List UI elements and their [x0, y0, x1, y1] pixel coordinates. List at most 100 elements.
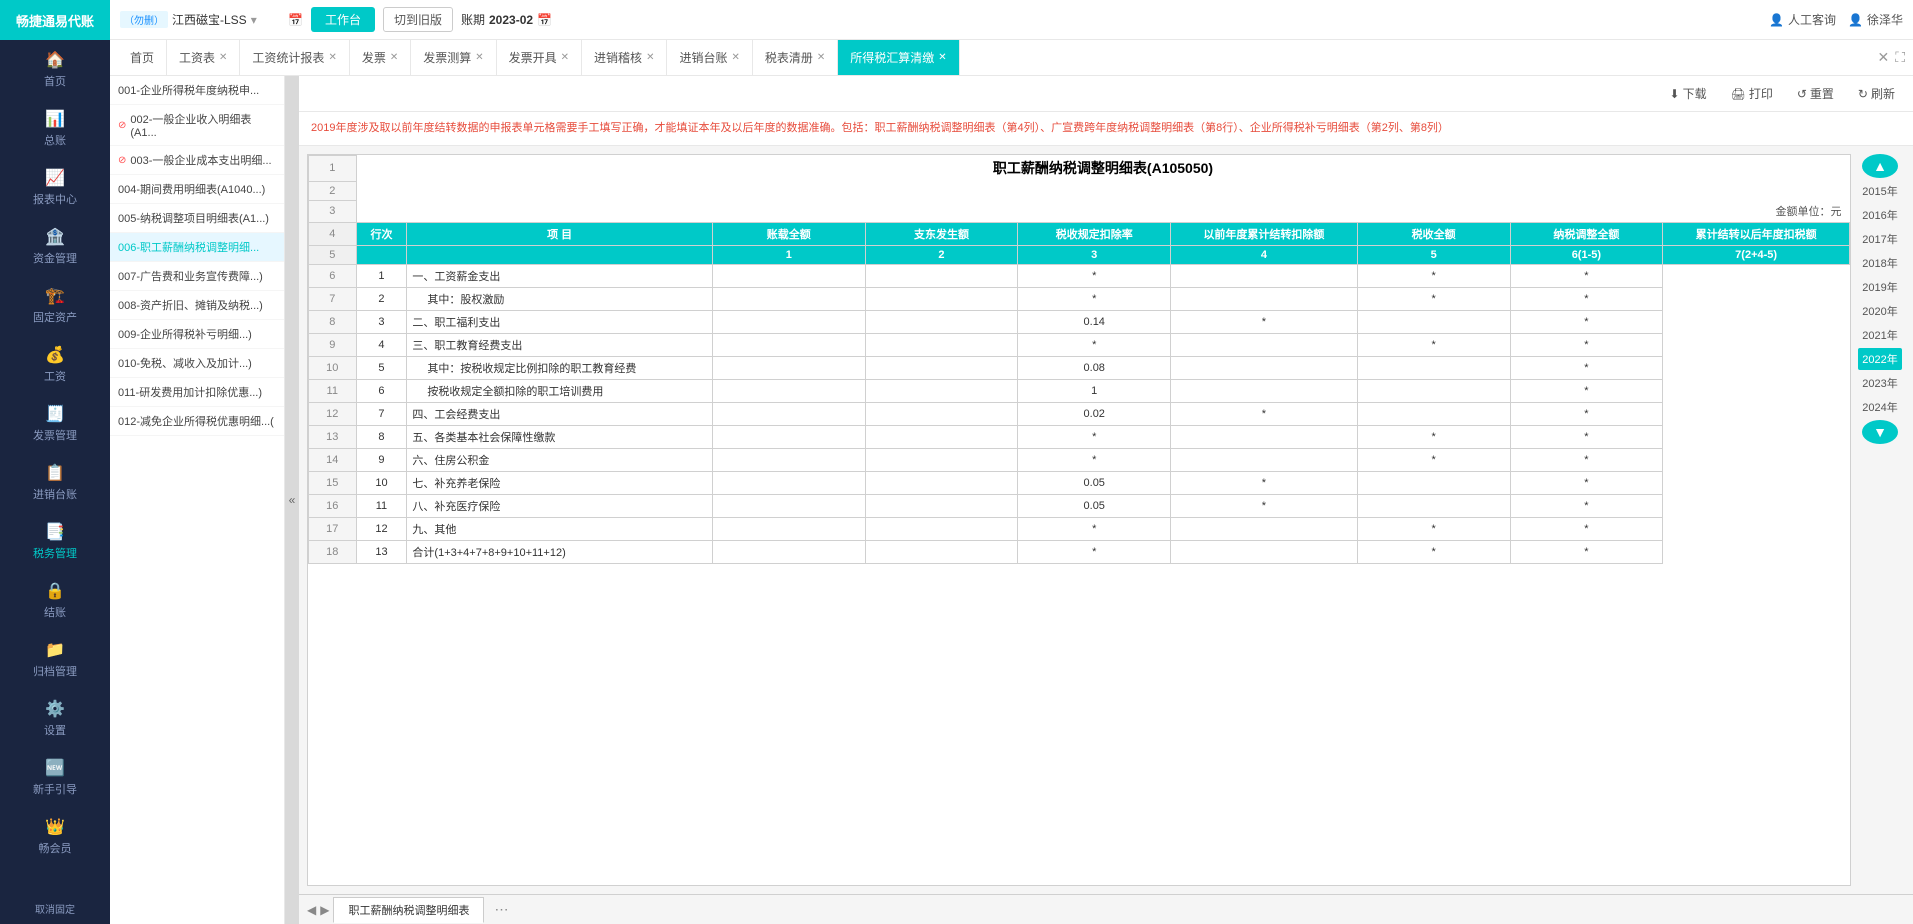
print-btn[interactable]: 🖨 打印 — [1725, 82, 1779, 105]
sheet-tab-label: 职工薪酬纳税调整明细表 — [348, 902, 469, 918]
list-item-010[interactable]: 010-免税、减收入及加计...) — [110, 349, 284, 378]
tab-in-verify[interactable]: 进销稽核 ✕ — [582, 40, 667, 76]
tab-payroll-stat[interactable]: 工资统计报表 ✕ — [240, 40, 349, 76]
year-2017[interactable]: 2017年 — [1858, 228, 1902, 250]
year-2021[interactable]: 2021年 — [1858, 324, 1902, 346]
error-icon-002: ⊘ — [118, 120, 126, 131]
tab-payroll-close[interactable]: ✕ — [219, 52, 227, 63]
sidebar-item-ledger[interactable]: 📊 总账 — [0, 99, 110, 158]
collapse-panel-btn[interactable]: « — [285, 76, 299, 924]
refresh-label: 刷新 — [1871, 85, 1895, 102]
year-2020[interactable]: 2020年 — [1858, 300, 1902, 322]
year-2019[interactable]: 2019年 — [1858, 276, 1902, 298]
tab-income-tax-close[interactable]: ✕ — [938, 52, 946, 63]
list-item-006[interactable]: 006-职工薪酬纳税调整明细... — [110, 233, 284, 262]
year-nav-down[interactable]: ▼ — [1862, 420, 1898, 444]
sidebar-item-in-out[interactable]: 📋 进销台账 — [0, 453, 110, 512]
row-num-5: 5 — [309, 246, 357, 265]
sheet-table: 1 职工薪酬纳税调整明细表(A105050) 2 3 金额 — [308, 155, 1850, 565]
tab-close-all[interactable]: ✕ — [1877, 49, 1889, 66]
user-menu[interactable]: 👤 徐泽华 — [1848, 11, 1903, 28]
tab-invoice-open[interactable]: 发票开具 ✕ — [497, 40, 582, 76]
tab-tax-clear-close[interactable]: ✕ — [817, 52, 825, 63]
sidebar-item-label: 设置 — [44, 722, 66, 738]
old-version-button[interactable]: 切到旧版 — [383, 7, 453, 32]
tab-in-verify-close[interactable]: ✕ — [646, 52, 654, 63]
ledger-icon: 📊 — [45, 109, 65, 129]
list-item-002[interactable]: ⊘ 002-一般企业收入明细表(A1... — [110, 105, 284, 146]
tab-tax-clear[interactable]: 税表清册 ✕ — [753, 40, 838, 76]
sidebar-item-member[interactable]: 👑 畅会员 — [0, 807, 110, 866]
col-d-header: 支东发生额 — [865, 223, 1018, 246]
year-2023[interactable]: 2023年 — [1858, 372, 1902, 394]
list-item-004[interactable]: 004-期间费用明细表(A1040...) — [110, 175, 284, 204]
sidebar-item-label: 结账 — [44, 604, 66, 620]
tab-payroll-label: 工资表 — [179, 49, 215, 66]
dropdown-icon: ▾ — [251, 13, 257, 27]
list-item-012[interactable]: 012-减免企业所得税优惠明细...( — [110, 407, 284, 436]
in-out-icon: 📋 — [45, 463, 65, 483]
year-nav-up[interactable]: ▲ — [1862, 154, 1898, 178]
col-f-header: 以前年度累计结转扣除额 — [1171, 223, 1358, 246]
sidebar-item-report[interactable]: 📈 报表中心 — [0, 158, 110, 217]
sidebar-item-asset-mgr[interactable]: 🏦 资金管理 — [0, 217, 110, 276]
sidebar-item-invoice-mgr[interactable]: 🧾 发票管理 — [0, 394, 110, 453]
tab-home[interactable]: 首页 — [118, 40, 167, 76]
sidebar-item-settings[interactable]: ⚙️ 设置 — [0, 689, 110, 748]
list-item-003[interactable]: ⊘ 003-一般企业成本支出明细... — [110, 146, 284, 175]
col-h-header: 纳税调整全额 — [1510, 223, 1663, 246]
tab-invoice-calc-close[interactable]: ✕ — [475, 52, 483, 63]
list-item-008[interactable]: 008-资产折旧、摊销及纳税...) — [110, 291, 284, 320]
tab-income-tax[interactable]: 所得税汇算清缴 ✕ — [838, 40, 959, 76]
tab-in-ledger-close[interactable]: ✕ — [731, 52, 739, 63]
workspace-button[interactable]: 工作台 — [311, 7, 375, 32]
cancel-fixed-btn[interactable]: 取消固定 — [0, 893, 110, 924]
avatar-icon: 👤 — [1848, 13, 1863, 27]
sidebar-item-home[interactable]: 🏠 首页 — [0, 40, 110, 99]
period-label: 账期 — [461, 11, 485, 28]
sidebar-item-fixed-asset[interactable]: 🏗️ 固定资产 — [0, 276, 110, 335]
col-c-header: 账载全额 — [712, 223, 865, 246]
tab-expand[interactable]: ⛶ — [1895, 49, 1905, 66]
tab-in-ledger[interactable]: 进销台账 ✕ — [667, 40, 752, 76]
tab-invoice[interactable]: 发票 ✕ — [350, 40, 411, 76]
reset-label: 重置 — [1810, 85, 1834, 102]
sidebar-item-label: 新手引导 — [33, 781, 77, 797]
tab-payroll[interactable]: 工资表 ✕ — [167, 40, 240, 76]
company-selector[interactable]: （勿删） 江西磁宝-LSS ▾ — [120, 11, 280, 28]
list-item-007[interactable]: 007-广告费和业务宣传费障...) — [110, 262, 284, 291]
tab-in-ledger-label: 进销台账 — [679, 49, 727, 66]
sidebar-item-closing[interactable]: 🔒 结账 — [0, 571, 110, 630]
refresh-btn[interactable]: ↻ 刷新 — [1852, 82, 1901, 105]
tab-invoice-calc[interactable]: 发票测算 ✕ — [411, 40, 496, 76]
home-icon: 🏠 — [45, 50, 65, 70]
nav-next-sheet[interactable]: ▶ — [320, 903, 329, 917]
sheet-tab-main[interactable]: 职工薪酬纳税调整明细表 — [333, 897, 484, 923]
sidebar-item-label: 畅会员 — [39, 840, 72, 856]
year-2024[interactable]: 2024年 — [1858, 396, 1902, 418]
list-item-005[interactable]: 005-纳税调整项目明细表(A1...) — [110, 204, 284, 233]
nav-prev-sheet[interactable]: ◀ — [307, 903, 316, 917]
service-btn[interactable]: 👤 人工客询 — [1769, 11, 1836, 28]
year-2022[interactable]: 2022年 — [1858, 348, 1902, 370]
period-selector[interactable]: 账期 2023-02 📅 — [461, 11, 552, 28]
list-item-011[interactable]: 011-研发费用加计扣除优惠...) — [110, 378, 284, 407]
tab-invoice-open-close[interactable]: ✕ — [561, 52, 569, 63]
spreadsheet[interactable]: 1 职工薪酬纳税调整明细表(A105050) 2 3 金额 — [307, 154, 1851, 887]
list-item-001[interactable]: 001-企业所得税年度纳税申... — [110, 76, 284, 105]
sidebar-item-archive[interactable]: 📁 归档管理 — [0, 630, 110, 689]
tab-invoice-close[interactable]: ✕ — [390, 52, 398, 63]
year-2016[interactable]: 2016年 — [1858, 204, 1902, 226]
reset-btn[interactable]: ↺ 重置 — [1791, 82, 1840, 105]
download-btn[interactable]: ⬇ 下载 — [1664, 82, 1713, 105]
year-2015[interactable]: 2015年 — [1858, 180, 1902, 202]
year-2018[interactable]: 2018年 — [1858, 252, 1902, 274]
sheet-more-options[interactable]: ⋯ — [494, 901, 508, 918]
list-item-009[interactable]: 009-企业所得税补亏明细...) — [110, 320, 284, 349]
sidebar-item-new-guide[interactable]: 🆕 新手引导 — [0, 748, 110, 807]
col-e-header: 税收规定扣除率 — [1018, 223, 1171, 246]
list-item-008-label: 008-资产折旧、摊销及纳税...) — [118, 297, 263, 313]
sidebar-item-payroll[interactable]: 💰 工资 — [0, 335, 110, 394]
tab-payroll-stat-close[interactable]: ✕ — [328, 52, 336, 63]
sidebar-item-tax-mgr[interactable]: 📑 税务管理 — [0, 512, 110, 571]
